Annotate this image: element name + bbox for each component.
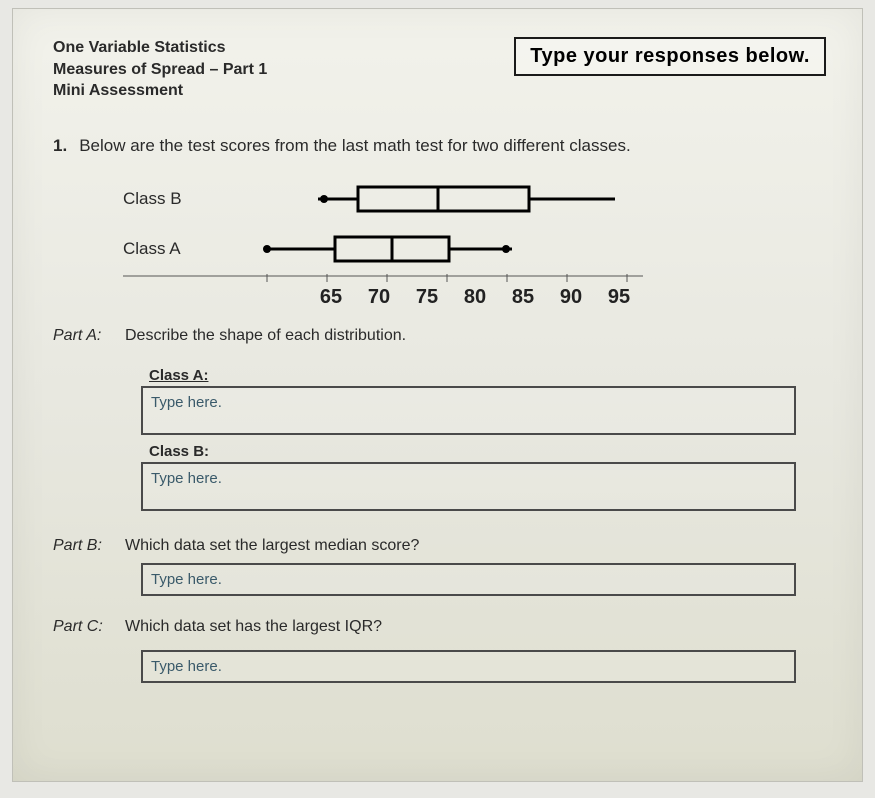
class-a-answer-label: Class A: <box>149 367 826 384</box>
part-b-answer-input[interactable]: Type here. <box>141 563 796 596</box>
tick-75: 75 <box>403 286 451 309</box>
part-a-prompt: Describe the shape of each distribution. <box>125 327 406 345</box>
title-line1: One Variable Statistics <box>53 37 267 59</box>
placeholder-text: Type here. <box>151 470 222 487</box>
part-c-label: Part C: <box>53 618 111 636</box>
axis-line <box>123 274 643 286</box>
boxplot-row-b: Class B <box>123 174 643 224</box>
instruction-box: Type your responses below. <box>514 37 826 76</box>
part-b-label: Part B: <box>53 537 111 555</box>
tick-80: 80 <box>451 286 499 309</box>
class-a-answer-input[interactable]: Type here. <box>141 386 796 435</box>
tick-90: 90 <box>547 286 595 309</box>
title-line3: Mini Assessment <box>53 80 267 102</box>
tick-70: 70 <box>355 286 403 309</box>
part-c-answer-input[interactable]: Type here. <box>141 650 796 683</box>
question-number: 1. <box>53 136 67 156</box>
part-c-prompt: Which data set has the largest IQR? <box>125 618 382 636</box>
title-line2: Measures of Spread – Part 1 <box>53 59 267 81</box>
class-b-answer-input[interactable]: Type here. <box>141 462 796 511</box>
header-row: One Variable Statistics Measures of Spre… <box>53 37 826 102</box>
part-b-row: Part B: Which data set the largest media… <box>53 537 826 555</box>
class-a-label: Class A <box>123 239 233 259</box>
part-a-label: Part A: <box>53 327 111 345</box>
worksheet-page: One Variable Statistics Measures of Spre… <box>12 8 863 782</box>
header-left: One Variable Statistics Measures of Spre… <box>53 37 267 102</box>
question-text: Below are the test scores from the last … <box>79 136 630 156</box>
part-b-prompt: Which data set the largest median score? <box>125 537 419 555</box>
placeholder-text: Type here. <box>151 658 222 675</box>
boxplot-chart: Class B Class A <box>123 174 643 309</box>
question-1: 1. Below are the test scores from the la… <box>53 136 826 156</box>
placeholder-text: Type here. <box>151 571 222 588</box>
class-a-plot <box>233 229 643 269</box>
boxplot-row-a: Class A <box>123 224 643 274</box>
tick-95: 95 <box>595 286 643 309</box>
placeholder-text: Type here. <box>151 394 222 411</box>
tick-65: 65 <box>307 286 355 309</box>
class-b-plot <box>233 179 643 219</box>
axis-ticks: 65 70 75 80 85 90 95 <box>237 286 643 309</box>
part-c-row: Part C: Which data set has the largest I… <box>53 618 826 636</box>
class-b-answer-label: Class B: <box>149 443 826 460</box>
tick-85: 85 <box>499 286 547 309</box>
class-b-label: Class B <box>123 189 233 209</box>
part-a-row: Part A: Describe the shape of each distr… <box>53 327 826 345</box>
